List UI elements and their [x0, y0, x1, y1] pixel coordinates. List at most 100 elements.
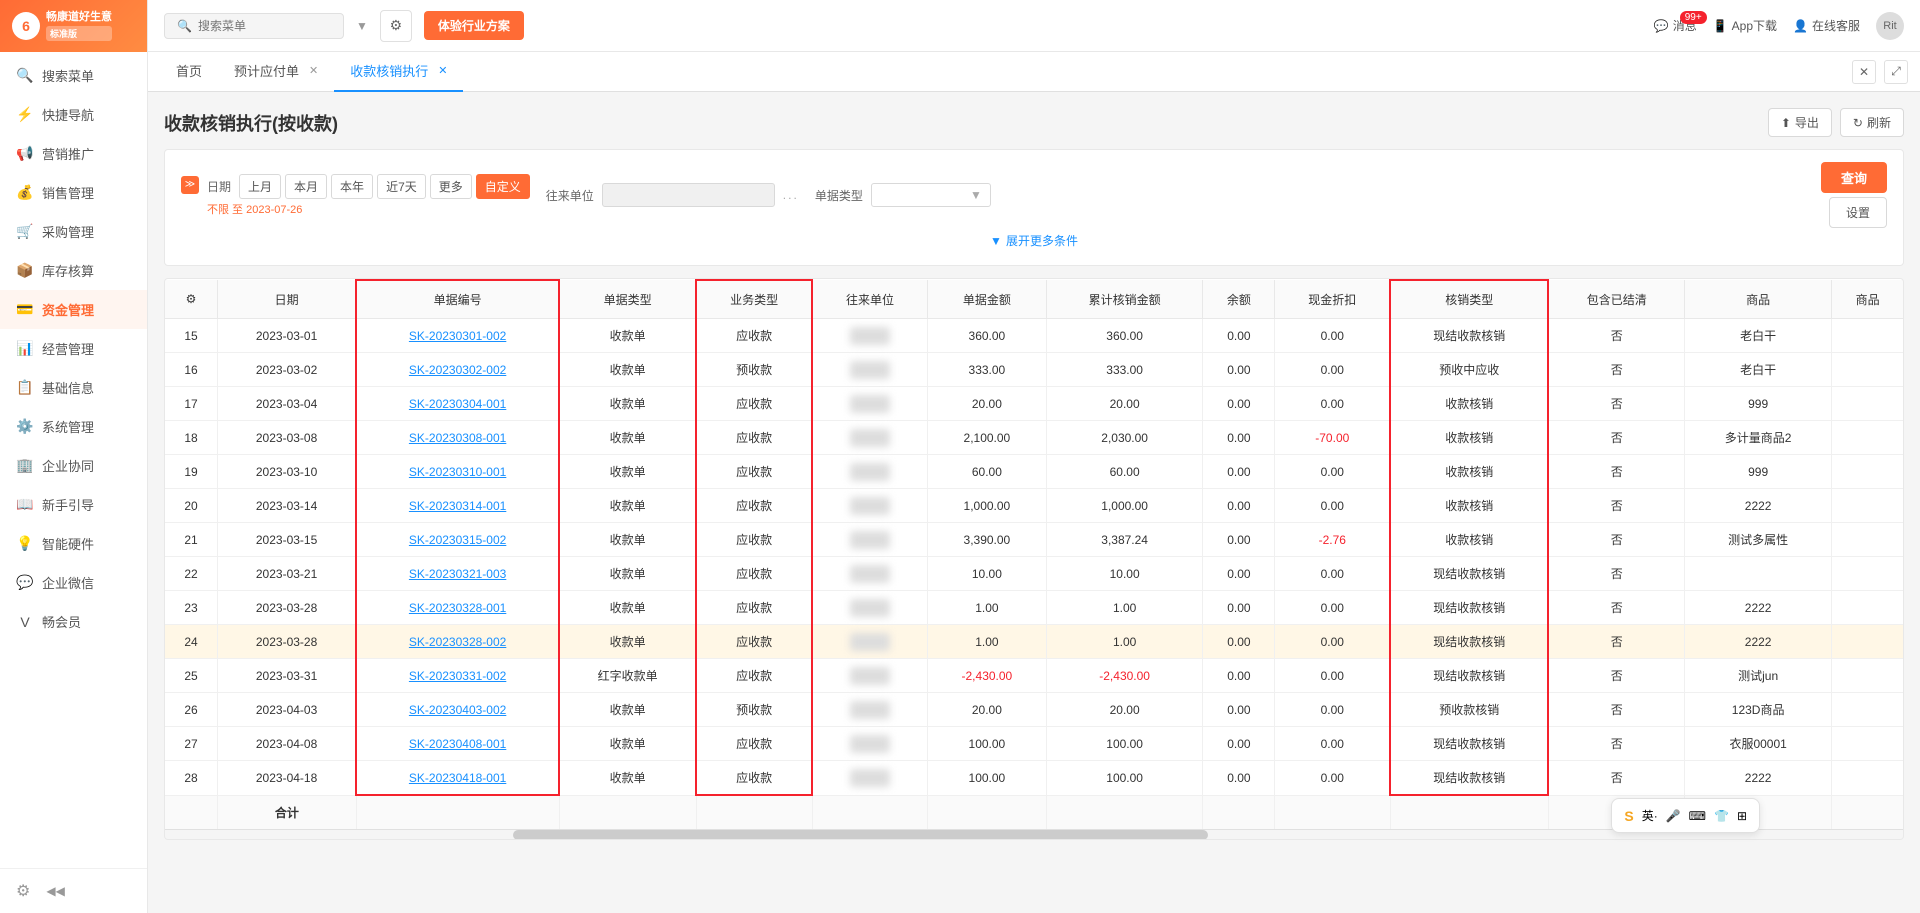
table-row: 162023-03-02SK-20230302-002收款单预收款333.003…	[165, 353, 1903, 387]
cell-6: -2,430.00	[927, 659, 1046, 693]
cell-4: 应收款	[696, 727, 812, 761]
col-settings[interactable]: ⚙	[165, 280, 217, 319]
mic-icon[interactable]: 🎤	[1666, 809, 1681, 823]
sidebar-item-member[interactable]: V 畅会员	[0, 602, 147, 641]
cell-10: 现结收款核销	[1390, 319, 1548, 353]
bill-type-filter: 单据类型 ▼	[815, 183, 991, 207]
filter-toggle-icon: ≫	[185, 179, 195, 190]
cell-4: 应收款	[696, 625, 812, 659]
col-product: 商品	[1685, 280, 1832, 319]
cell-7: 10.00	[1046, 557, 1202, 591]
sidebar-item-quick[interactable]: ⚡ 快捷导航	[0, 95, 147, 134]
sidebar-label-sales: 销售管理	[42, 183, 94, 202]
horizontal-scrollbar[interactable]	[513, 830, 1208, 840]
cell-2: SK-20230408-001	[356, 727, 559, 761]
expand-more-btn[interactable]: ▼ 展开更多条件	[181, 228, 1887, 253]
this-month-btn[interactable]: 本月	[285, 174, 327, 199]
tab-expand-btn[interactable]: ⤢	[1884, 60, 1908, 84]
bill-no-link[interactable]: SK-20230331-002	[409, 669, 506, 683]
sidebar-item-sales[interactable]: 💰 销售管理	[0, 173, 147, 212]
cell-4: 应收款	[696, 387, 812, 421]
bill-no-link[interactable]: SK-20230315-002	[409, 533, 506, 547]
bill-no-link[interactable]: SK-20230328-001	[409, 601, 506, 615]
search-input[interactable]	[198, 19, 331, 33]
tab-collection-close[interactable]: ✕	[438, 64, 447, 77]
custom-date-btn[interactable]: 自定义	[476, 174, 530, 199]
query-button[interactable]: 查询	[1821, 162, 1887, 193]
bill-no-link[interactable]: SK-20230314-001	[409, 499, 506, 513]
sidebar-item-wechat[interactable]: 💬 企业微信	[0, 563, 147, 602]
tab-close-btn[interactable]: ✕	[1852, 60, 1876, 84]
bill-no-link[interactable]: SK-20230321-003	[409, 567, 506, 581]
tab-prepay[interactable]: 预计应付单 ✕	[218, 52, 334, 92]
app-download-btn[interactable]: 📱 App下载	[1713, 17, 1777, 34]
solution-button[interactable]: 体验行业方案	[424, 11, 524, 40]
keyboard-icon[interactable]: ⌨	[1689, 809, 1706, 823]
bill-no-link[interactable]: SK-20230408-001	[409, 737, 506, 751]
collapse-icon[interactable]: ◀◀	[46, 884, 64, 898]
settings-button[interactable]: 设置	[1829, 197, 1887, 228]
cell-1: 2023-03-04	[217, 387, 356, 421]
cell-13	[1832, 693, 1903, 727]
sidebar-item-purchase[interactable]: 🛒 采购管理	[0, 212, 147, 251]
cell-13	[1832, 489, 1903, 523]
grid-icon[interactable]: ⊞	[1737, 809, 1747, 823]
cell-9: 0.00	[1275, 319, 1390, 353]
blurred-partner	[850, 667, 890, 685]
tab-home[interactable]: 首页	[160, 52, 218, 92]
bill-no-link[interactable]: SK-20230418-001	[409, 771, 506, 785]
cell-2: SK-20230304-001	[356, 387, 559, 421]
blurred-partner	[850, 701, 890, 719]
sidebar-item-operations[interactable]: 📊 经营管理	[0, 329, 147, 368]
tab-prepay-close[interactable]: ✕	[309, 64, 318, 77]
last-month-btn[interactable]: 上月	[239, 174, 281, 199]
filter-bar: ≫ 日期 上月 本月 本年 近7天 更多 自定义	[164, 149, 1904, 266]
sidebar-item-hardware[interactable]: 💡 智能硬件	[0, 524, 147, 563]
last-7days-btn[interactable]: 近7天	[377, 174, 426, 199]
cell-4: 应收款	[696, 557, 812, 591]
search-box[interactable]: 🔍	[164, 13, 344, 39]
this-year-btn[interactable]: 本年	[331, 174, 373, 199]
shirt-icon[interactable]: 👕	[1714, 809, 1729, 823]
partner-dots: ...	[783, 188, 799, 202]
messages-btn[interactable]: 💬 消息 99+	[1654, 17, 1697, 34]
sidebar-item-inventory[interactable]: 📦 库存核算	[0, 251, 147, 290]
filter-toggle-btn[interactable]: ≫	[181, 176, 199, 194]
refresh-btn[interactable]: ↻ 刷新	[1840, 108, 1904, 137]
bill-no-link[interactable]: SK-20230302-002	[409, 363, 506, 377]
more-date-btn[interactable]: 更多	[430, 174, 472, 199]
cell-5	[812, 727, 927, 761]
bill-type-select[interactable]: ▼	[871, 183, 991, 207]
export-btn[interactable]: ⬆ 导出	[1768, 108, 1832, 137]
bill-no-link[interactable]: SK-20230310-001	[409, 465, 506, 479]
partner-input[interactable]	[602, 183, 775, 207]
search-icon: 🔍	[177, 19, 192, 33]
sidebar-item-corp[interactable]: 🏢 企业协同	[0, 446, 147, 485]
settings-gear-btn[interactable]: ⚙	[380, 10, 412, 42]
marketing-icon: 📢	[16, 145, 34, 163]
cell-10: 现结收款核销	[1390, 727, 1548, 761]
sidebar-item-guide[interactable]: 📖 新手引导	[0, 485, 147, 524]
bill-no-link[interactable]: SK-20230304-001	[409, 397, 506, 411]
tab-collection[interactable]: 收款核销执行 ✕	[334, 52, 463, 92]
cell-0: 20	[165, 489, 217, 523]
bill-no-link[interactable]: SK-20230403-002	[409, 703, 506, 717]
sidebar-item-search[interactable]: 🔍 搜索菜单	[0, 56, 147, 95]
settings-icon[interactable]: ⚙	[16, 881, 30, 901]
purchase-icon: 🛒	[16, 223, 34, 241]
sidebar-item-finance[interactable]: 💳 资金管理	[0, 290, 147, 329]
online-service-btn[interactable]: 👤 在线客服	[1793, 17, 1860, 34]
cell-9: 0.00	[1275, 489, 1390, 523]
sidebar-label-member: 畅会员	[42, 612, 81, 631]
sales-icon: 💰	[16, 184, 34, 202]
dropdown-chevron-icon[interactable]: ▼	[356, 19, 368, 33]
system-icon: ⚙️	[16, 418, 34, 436]
user-avatar[interactable]: Rit	[1876, 12, 1904, 40]
bill-no-link[interactable]: SK-20230301-002	[409, 329, 506, 343]
bill-no-link[interactable]: SK-20230328-002	[409, 635, 506, 649]
sidebar-item-marketing[interactable]: 📢 营销推广	[0, 134, 147, 173]
sidebar-item-basic[interactable]: 📋 基础信息	[0, 368, 147, 407]
cell-2: SK-20230308-001	[356, 421, 559, 455]
sidebar-item-system[interactable]: ⚙️ 系统管理	[0, 407, 147, 446]
bill-no-link[interactable]: SK-20230308-001	[409, 431, 506, 445]
